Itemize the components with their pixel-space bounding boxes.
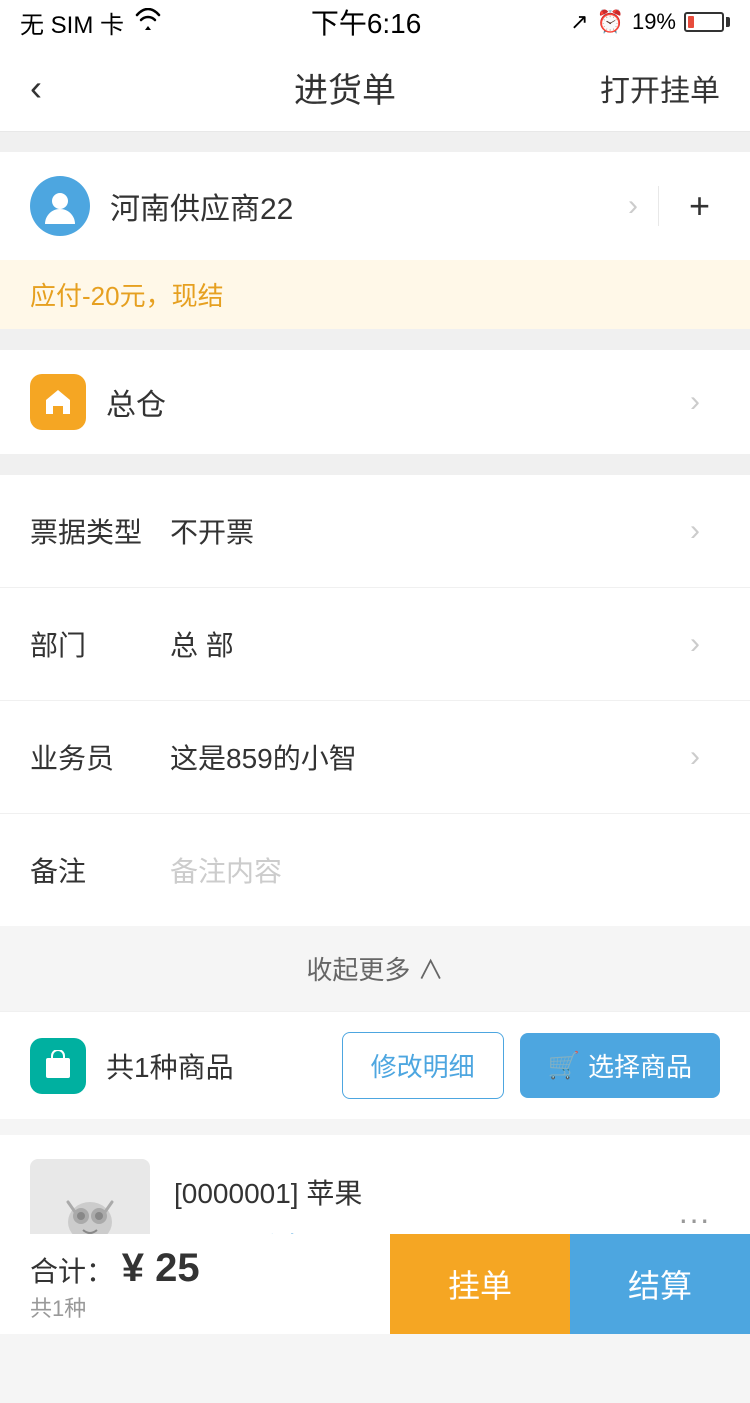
staff-label: 业务员	[30, 737, 150, 777]
cart-icon: 🛒	[548, 1050, 580, 1081]
total-amount: ¥ 25	[122, 1246, 200, 1290]
total-label: 合计：	[30, 1256, 114, 1287]
dept-row[interactable]: 部门 总 部 ›	[0, 587, 750, 700]
staff-value: 这是859的小智	[170, 737, 690, 777]
wifi-icon	[134, 8, 162, 37]
divider-1	[0, 329, 750, 349]
warehouse-row[interactable]: 总仓 ›	[0, 349, 750, 454]
supplier-name: 河南供应商22	[110, 184, 628, 228]
total-count: 共1种	[30, 1291, 360, 1323]
remark-row[interactable]: 备注 备注内容	[0, 813, 750, 926]
remark-label: 备注	[30, 850, 150, 890]
add-supplier-button[interactable]: +	[679, 185, 720, 227]
warehouse-name: 总仓	[106, 380, 690, 424]
hang-button[interactable]: 挂单	[390, 1234, 570, 1334]
select-product-label: 选择商品	[588, 1047, 692, 1084]
checkout-button[interactable]: 结算	[570, 1234, 750, 1334]
supplier-chevron-icon: ›	[628, 189, 638, 223]
product-name: [0000001] 苹果	[174, 1172, 668, 1212]
total-section: 合计： ¥ 25 共1种	[0, 1246, 390, 1323]
edit-detail-button[interactable]: 修改明细	[342, 1032, 504, 1099]
open-hang-button[interactable]: 打开挂单	[600, 66, 720, 110]
vertical-divider	[658, 186, 659, 226]
supplier-section: 河南供应商22 › + 应付-20元，现结	[0, 152, 750, 329]
alarm-icon: ⏰	[597, 9, 624, 35]
invoice-value: 不开票	[170, 511, 690, 551]
remark-input[interactable]: 备注内容	[170, 850, 720, 890]
status-bar: 无 SIM 卡 下午6:16 ↗ ⏰ 19%	[0, 0, 750, 44]
nav-bar: ‹ 进货单 打开挂单	[0, 44, 750, 132]
status-right: ↗ ⏰ 19%	[570, 9, 730, 35]
product-header: 共1种商品 修改明细 🛒 选择商品	[0, 1011, 750, 1119]
notice-bar: 应付-20元，现结	[0, 260, 750, 329]
location-icon: ↗	[570, 9, 588, 35]
bottom-bar: 合计： ¥ 25 共1种 挂单 结算	[0, 1234, 750, 1334]
page-title: 进货单	[294, 63, 396, 112]
invoice-chevron-icon: ›	[690, 514, 700, 548]
total-row: 合计： ¥ 25	[30, 1246, 360, 1291]
carrier-label: 无 SIM 卡	[20, 5, 124, 40]
back-button[interactable]: ‹	[30, 67, 90, 109]
form-section: 票据类型 不开票 › 部门 总 部 › 业务员 这是859的小智 › 备注 备注…	[0, 474, 750, 926]
battery-icon	[684, 12, 730, 32]
staff-chevron-icon: ›	[690, 740, 700, 774]
divider-2	[0, 454, 750, 474]
staff-row[interactable]: 业务员 这是859的小智 ›	[0, 700, 750, 813]
dept-chevron-icon: ›	[690, 627, 700, 661]
supplier-avatar	[30, 176, 90, 236]
product-count-label: 共1种商品	[106, 1046, 342, 1086]
invoice-label: 票据类型	[30, 511, 150, 551]
warehouse-section: 总仓 ›	[0, 349, 750, 454]
product-section-icon	[30, 1038, 86, 1094]
select-product-button[interactable]: 🛒 选择商品	[520, 1033, 720, 1098]
warehouse-icon	[30, 374, 86, 430]
status-left: 无 SIM 卡	[20, 5, 162, 40]
collapse-bar[interactable]: 收起更多 ∧	[0, 926, 750, 1011]
invoice-row[interactable]: 票据类型 不开票 ›	[0, 474, 750, 587]
supplier-row[interactable]: 河南供应商22 › +	[0, 152, 750, 260]
dept-value: 总 部	[170, 624, 690, 664]
warehouse-chevron-icon: ›	[690, 385, 700, 419]
status-time: 下午6:16	[311, 2, 422, 42]
divider-top	[0, 132, 750, 152]
dept-label: 部门	[30, 624, 150, 664]
battery-percent: 19%	[632, 9, 676, 35]
